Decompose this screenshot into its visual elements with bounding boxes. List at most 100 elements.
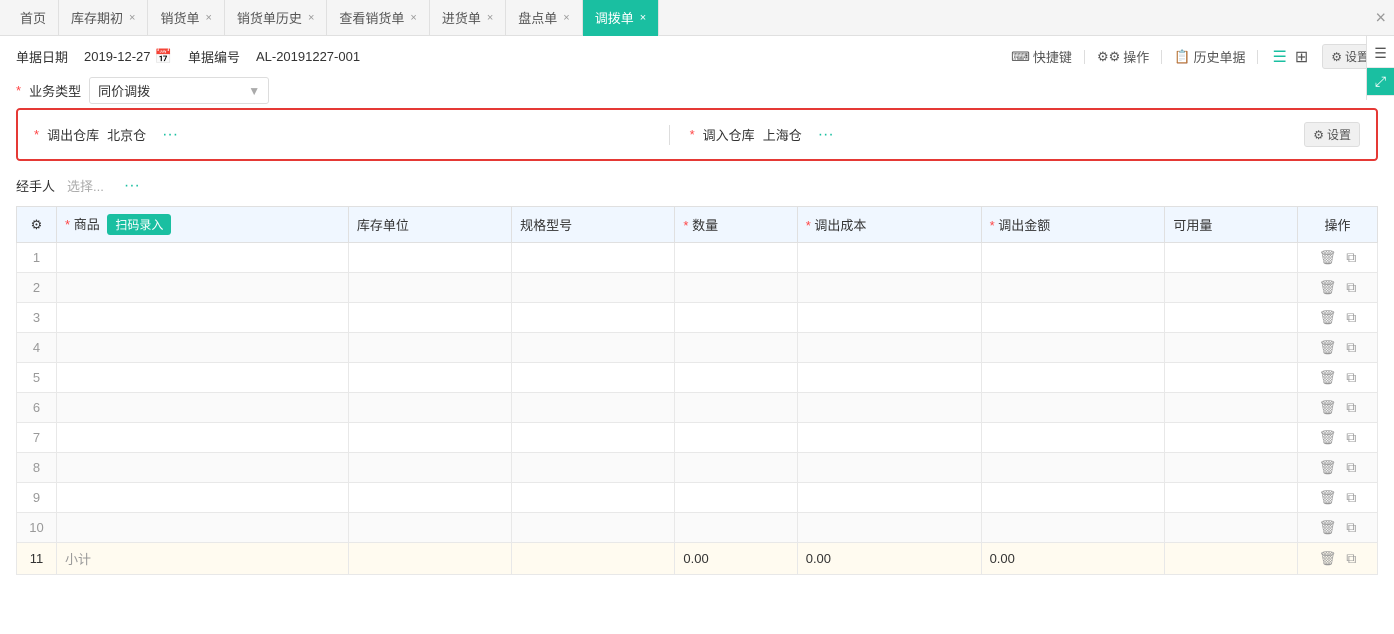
available-cell-1[interactable]: [1165, 243, 1298, 273]
spec-cell-5[interactable]: [512, 363, 675, 393]
qty-cell-5[interactable]: [675, 363, 797, 393]
spec-cell-4[interactable]: [512, 333, 675, 363]
list-layout-icon[interactable]: ☰: [1270, 45, 1288, 69]
scan-button[interactable]: 扫码录入: [107, 214, 171, 235]
unit-cell-5[interactable]: [348, 363, 511, 393]
cost-cell-2[interactable]: [797, 273, 981, 303]
amount-cell-4[interactable]: [981, 333, 1165, 363]
row-copy-icon-4[interactable]: ⧉: [1343, 339, 1359, 355]
qty-cell-1[interactable]: [675, 243, 797, 273]
available-cell-4[interactable]: [1165, 333, 1298, 363]
unit-cell-10[interactable]: [348, 513, 511, 543]
unit-cell-6[interactable]: [348, 393, 511, 423]
unit-cell-2[interactable]: [348, 273, 511, 303]
row-delete-icon-5[interactable]: 🗑: [1316, 369, 1340, 385]
spec-cell-6[interactable]: [512, 393, 675, 423]
row-delete-icon-2[interactable]: 🗑: [1316, 279, 1340, 295]
product-cell-7[interactable]: [57, 423, 349, 453]
qty-cell-10[interactable]: [675, 513, 797, 543]
tab-inventory[interactable]: 盘点单 ×: [506, 0, 582, 36]
side-expand-button[interactable]: ⤢: [1367, 68, 1394, 96]
side-list-button[interactable]: ☰: [1367, 40, 1394, 68]
qty-cell-2[interactable]: [675, 273, 797, 303]
spec-cell-3[interactable]: [512, 303, 675, 333]
amount-cell-2[interactable]: [981, 273, 1165, 303]
available-cell-5[interactable]: [1165, 363, 1298, 393]
available-cell-10[interactable]: [1165, 513, 1298, 543]
row-delete-icon-9[interactable]: 🗑: [1316, 489, 1340, 505]
unit-cell-1[interactable]: [348, 243, 511, 273]
cost-cell-7[interactable]: [797, 423, 981, 453]
row-copy-icon-10[interactable]: ⧉: [1343, 519, 1359, 535]
scroll-area[interactable]: ⚙ * 商品 扫码录入 库存单位 规格型号 * 数量 * 调: [16, 206, 1378, 575]
tab-inventory-close[interactable]: ×: [563, 12, 569, 24]
spec-cell-9[interactable]: [512, 483, 675, 513]
tab-view-sales[interactable]: 查看销货单 ×: [327, 0, 429, 36]
warehouse-in-more-button[interactable]: ···: [818, 126, 834, 144]
tab-home[interactable]: 首页: [8, 0, 59, 36]
product-cell-8[interactable]: [57, 453, 349, 483]
cost-cell-5[interactable]: [797, 363, 981, 393]
qty-cell-6[interactable]: [675, 393, 797, 423]
tab-sales-order-close[interactable]: ×: [205, 12, 211, 24]
product-cell-3[interactable]: [57, 303, 349, 333]
available-cell-7[interactable]: [1165, 423, 1298, 453]
business-type-select[interactable]: 同价调拨 ▼: [89, 77, 269, 104]
tab-transfer-close[interactable]: ×: [640, 12, 646, 24]
qty-cell-9[interactable]: [675, 483, 797, 513]
unit-cell-9[interactable]: [348, 483, 511, 513]
spec-cell-2[interactable]: [512, 273, 675, 303]
tab-view-sales-close[interactable]: ×: [410, 12, 416, 24]
tab-purchase-order-close[interactable]: ×: [487, 12, 493, 24]
spec-cell-10[interactable]: [512, 513, 675, 543]
amount-cell-10[interactable]: [981, 513, 1165, 543]
qty-cell-3[interactable]: [675, 303, 797, 333]
cost-cell-10[interactable]: [797, 513, 981, 543]
product-cell-1[interactable]: [57, 243, 349, 273]
tab-purchase-order[interactable]: 进货单 ×: [430, 0, 506, 36]
product-cell-4[interactable]: [57, 333, 349, 363]
unit-cell-7[interactable]: [348, 423, 511, 453]
row-copy-icon-1[interactable]: ⧉: [1343, 249, 1359, 265]
amount-cell-3[interactable]: [981, 303, 1165, 333]
amount-cell-1[interactable]: [981, 243, 1165, 273]
tab-sales-history[interactable]: 销货单历史 ×: [225, 0, 327, 36]
amount-cell-9[interactable]: [981, 483, 1165, 513]
spec-cell-8[interactable]: [512, 453, 675, 483]
operation-toolbar-item[interactable]: ⚙⚙ 操作: [1097, 47, 1149, 66]
warehouse-setting-button[interactable]: ⚙ 设置: [1304, 122, 1360, 147]
product-cell-10[interactable]: [57, 513, 349, 543]
unit-cell-8[interactable]: [348, 453, 511, 483]
cost-cell-8[interactable]: [797, 453, 981, 483]
row-copy-icon-5[interactable]: ⧉: [1343, 369, 1359, 385]
person-more-button[interactable]: ···: [124, 177, 140, 195]
tab-sales-order[interactable]: 销货单 ×: [148, 0, 224, 36]
product-cell-2[interactable]: [57, 273, 349, 303]
window-close-button[interactable]: ×: [1375, 7, 1386, 28]
amount-cell-7[interactable]: [981, 423, 1165, 453]
row-delete-icon-6[interactable]: 🗑: [1316, 399, 1340, 415]
tab-inventory-init[interactable]: 库存期初 ×: [59, 0, 148, 36]
shortcut-toolbar-item[interactable]: ⌨ 快捷键: [1011, 47, 1072, 66]
row-delete-icon-4[interactable]: 🗑: [1316, 339, 1340, 355]
spec-cell-7[interactable]: [512, 423, 675, 453]
qty-cell-7[interactable]: [675, 423, 797, 453]
calendar-icon[interactable]: 📅: [155, 48, 172, 65]
available-cell-2[interactable]: [1165, 273, 1298, 303]
cost-cell-9[interactable]: [797, 483, 981, 513]
spec-cell-1[interactable]: [512, 243, 675, 273]
available-cell-6[interactable]: [1165, 393, 1298, 423]
cost-cell-1[interactable]: [797, 243, 981, 273]
unit-cell-3[interactable]: [348, 303, 511, 333]
unit-cell-4[interactable]: [348, 333, 511, 363]
cost-cell-3[interactable]: [797, 303, 981, 333]
row-delete-icon-1[interactable]: 🗑: [1316, 249, 1340, 265]
grid-layout-icon[interactable]: ⊞: [1293, 45, 1310, 69]
row-copy-icon-9[interactable]: ⧉: [1343, 489, 1359, 505]
available-cell-8[interactable]: [1165, 453, 1298, 483]
product-cell-6[interactable]: [57, 393, 349, 423]
row-delete-icon-7[interactable]: 🗑: [1316, 429, 1340, 445]
row-copy-icon-3[interactable]: ⧉: [1343, 309, 1359, 325]
row-copy-icon-11[interactable]: ⧉: [1343, 550, 1359, 566]
qty-cell-8[interactable]: [675, 453, 797, 483]
